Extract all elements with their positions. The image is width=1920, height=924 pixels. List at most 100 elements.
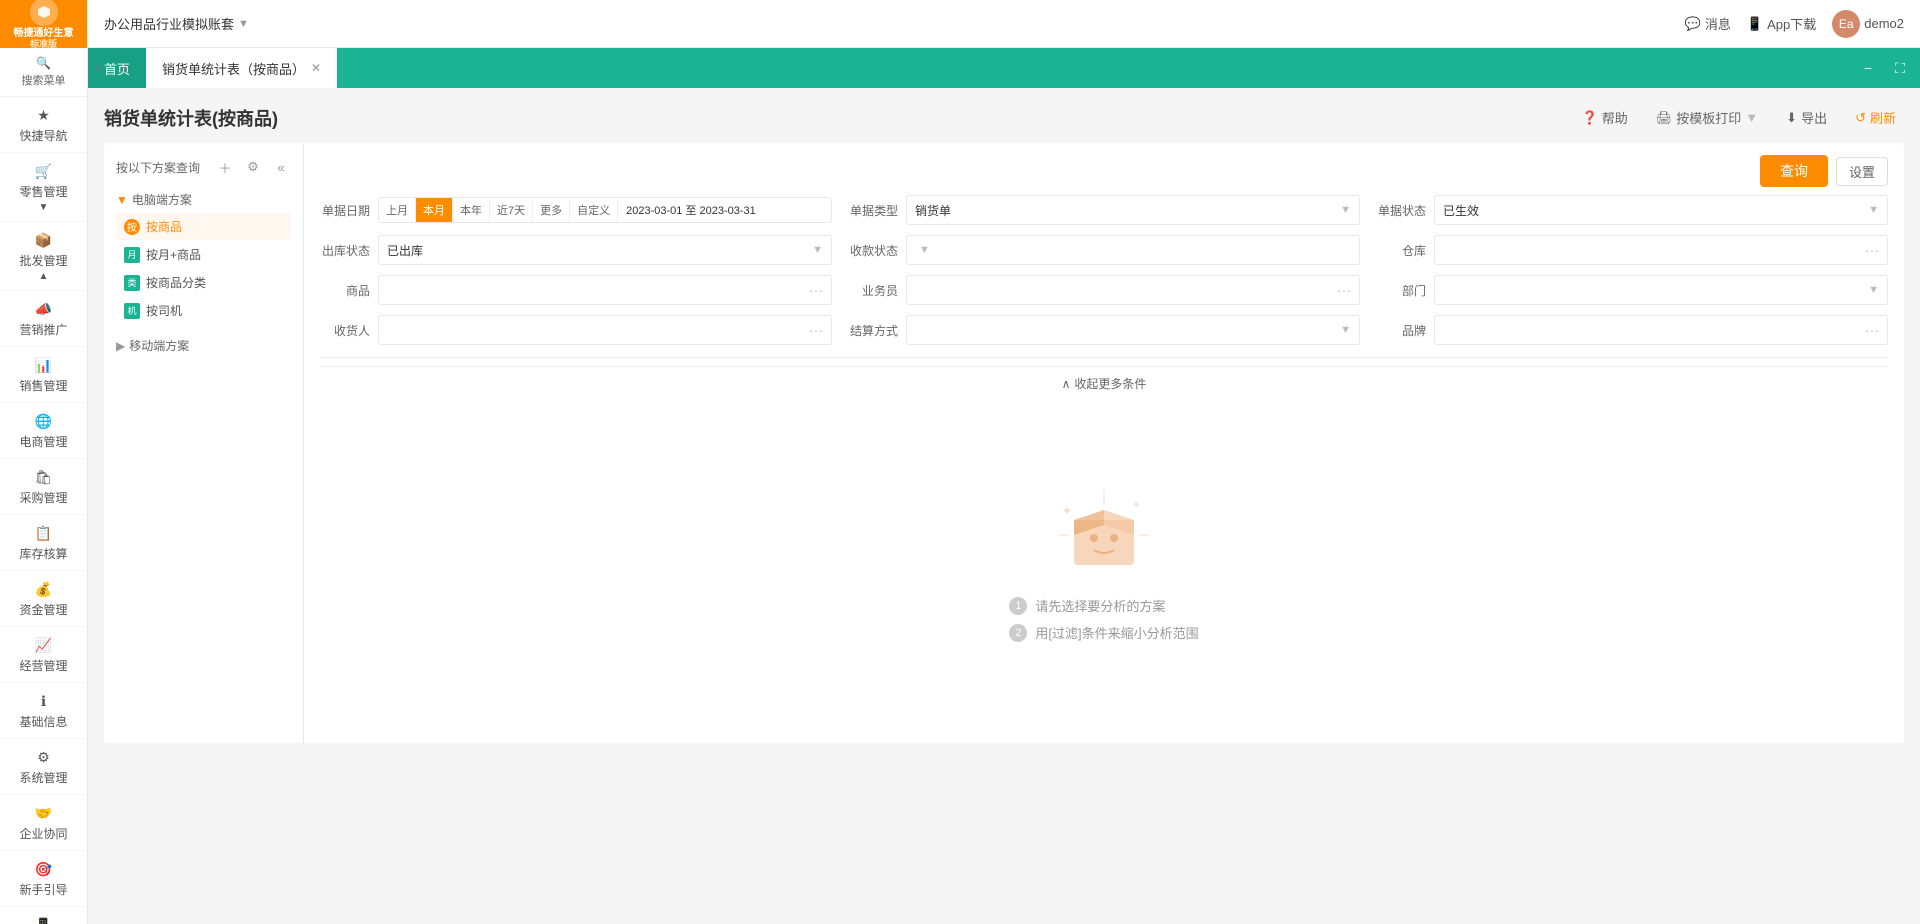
- settlement-control[interactable]: ▼: [906, 315, 1360, 345]
- export-icon: ⬇: [1786, 110, 1797, 126]
- page-title: 销货单统计表(按商品): [104, 105, 278, 131]
- tab-close-icon[interactable]: ✕: [311, 62, 321, 74]
- guide-icon: 🎯: [34, 859, 54, 879]
- ecommerce-icon: 🌐: [34, 411, 54, 431]
- retail-icon: 🛒: [34, 161, 54, 181]
- sidebar-item-purchase[interactable]: 🛍 采购管理: [0, 459, 87, 515]
- appcenter-icon: 📱: [34, 915, 54, 924]
- date-btn-last-month[interactable]: 上月: [379, 198, 416, 222]
- main-area: 办公用品行业模拟账套 ▼ 💬 消息 📱 App下载 Ea demo2 首页 销货…: [88, 0, 1920, 924]
- receiver-control[interactable]: ···: [378, 315, 832, 345]
- user-profile[interactable]: Ea demo2: [1832, 10, 1904, 38]
- purchase-icon: 🛍: [34, 467, 54, 487]
- sidebar-item-retail[interactable]: 🛒 零售管理 ▼: [0, 153, 87, 222]
- receiver-label: 收货人: [320, 322, 370, 339]
- sidebar-item-appcenter[interactable]: 📱 应用中心: [0, 907, 87, 924]
- tab-maximize-btn[interactable]: ⛶: [1888, 56, 1912, 80]
- sidebar-item-marketing[interactable]: 📣 营销推广: [0, 291, 87, 347]
- search-icon: 🔍: [36, 56, 51, 70]
- search-menu[interactable]: 🔍 搜索菜单: [0, 48, 87, 97]
- salesperson-label: 业务员: [848, 282, 898, 299]
- date-btn-this-month[interactable]: 本月: [416, 198, 453, 222]
- filter-row-warehouse: 仓库 ···: [1376, 235, 1888, 265]
- department-control[interactable]: ▼: [1434, 275, 1888, 305]
- scheme-desktop-header[interactable]: ▼ 电脑端方案: [116, 187, 291, 212]
- date-btn-more[interactable]: 更多: [533, 198, 570, 222]
- app-dropdown-icon: ▼: [238, 18, 249, 30]
- collapse-btn[interactable]: ∧ 收起更多条件: [320, 366, 1888, 400]
- scheme-item-icon-product: 按: [124, 219, 140, 235]
- app-name: 办公用品行业模拟账套 ▼: [104, 14, 249, 33]
- scheme-item-by-product[interactable]: 按 按商品: [116, 213, 291, 240]
- sidebar-item-guide[interactable]: 🎯 新手引导: [0, 851, 87, 907]
- sidebar-item-finance[interactable]: 💰 资金管理: [0, 571, 87, 627]
- help-btn[interactable]: ❓ 帮助: [1574, 104, 1636, 131]
- date-btn-this-year[interactable]: 本年: [453, 198, 490, 222]
- download-icon: 📱: [1747, 16, 1763, 32]
- tip-num-2: 2: [1009, 624, 1027, 642]
- sidebar-item-inventory[interactable]: 📋 库存核算: [0, 515, 87, 571]
- filter-row-settlement: 结算方式 ▼: [848, 315, 1360, 345]
- settings-btn[interactable]: 设置: [1836, 157, 1888, 186]
- brand-control[interactable]: ···: [1434, 315, 1888, 345]
- sidebar-item-basic[interactable]: ℹ 基础信息: [0, 683, 87, 739]
- sidebar-item-wholesale[interactable]: 📦 批发管理 ▲: [0, 222, 87, 291]
- sidebar-item-enterprise[interactable]: 🤝 企业协同: [0, 795, 87, 851]
- sidebar-item-ecommerce[interactable]: 🌐 电商管理: [0, 403, 87, 459]
- doc-status-control[interactable]: 已生效 ▼: [1434, 195, 1888, 225]
- settlement-label: 结算方式: [848, 322, 898, 339]
- salesperson-control[interactable]: ···: [906, 275, 1360, 305]
- doc-type-control[interactable]: 销货单 ▼: [906, 195, 1360, 225]
- payment-status-control[interactable]: ▼: [906, 235, 1360, 265]
- refresh-btn[interactable]: ↺ 刷新: [1847, 104, 1904, 131]
- message-btn[interactable]: 💬 消息: [1685, 14, 1731, 33]
- filter-row-salesperson: 业务员 ···: [848, 275, 1360, 305]
- page-header: 销货单统计表(按商品) ❓ 帮助 🖨 按模板打印 ▼ ⬇ 导出 ↺ 刷新: [104, 104, 1904, 131]
- warehouse-control[interactable]: ···: [1434, 235, 1888, 265]
- date-btn-custom[interactable]: 自定义: [570, 198, 618, 222]
- doc-status-arrow-icon: ▼: [1868, 204, 1879, 216]
- scheme-add-btn[interactable]: ＋: [215, 157, 235, 177]
- scheme-collapse-btn[interactable]: «: [271, 157, 291, 177]
- empty-tips: 1 请先选择要分析的方案 2 用[过滤]条件来缩小分析范围: [1009, 596, 1198, 642]
- inventory-icon: 📋: [34, 523, 54, 543]
- receiver-dots-icon[interactable]: ···: [809, 322, 823, 338]
- product-control[interactable]: ···: [378, 275, 832, 305]
- tab-sales-stat[interactable]: 销货单统计表（按商品） ✕: [146, 48, 337, 88]
- date-filter-control[interactable]: 上月 本月 本年 近7天 更多 自定义 2023-03-01 至 2023-03…: [378, 197, 832, 223]
- svg-text:✦: ✦: [1062, 504, 1072, 518]
- filter-row-product: 商品 ···: [320, 275, 832, 305]
- scheme-item-by-category[interactable]: 类 按商品分类: [116, 269, 291, 296]
- scheme-settings-btn[interactable]: ⚙: [243, 157, 263, 177]
- warehouse-dots-icon[interactable]: ···: [1865, 242, 1879, 258]
- finance-icon: 💰: [34, 579, 54, 599]
- date-btn-7days[interactable]: 近7天: [490, 198, 533, 222]
- refresh-icon: ↺: [1855, 110, 1866, 126]
- export-btn[interactable]: ⬇ 导出: [1778, 104, 1835, 131]
- help-icon: ❓: [1582, 110, 1598, 126]
- scheme-mobile-header[interactable]: ▶ 移动端方案: [116, 333, 291, 358]
- scheme-item-by-machine[interactable]: 机 按司机: [116, 297, 291, 324]
- brand-dots-icon[interactable]: ···: [1865, 322, 1879, 338]
- tab-minimize-btn[interactable]: −: [1856, 56, 1880, 80]
- settlement-arrow-icon: ▼: [1340, 324, 1351, 336]
- scheme-item-by-month-product[interactable]: 月 按月+商品: [116, 241, 291, 268]
- stock-status-control[interactable]: 已出库 ▼: [378, 235, 832, 265]
- sidebar-item-system[interactable]: ⚙ 系统管理: [0, 739, 87, 795]
- sidebar-item-sales[interactable]: 📊 销售管理: [0, 347, 87, 403]
- top-header: 办公用品行业模拟账套 ▼ 💬 消息 📱 App下载 Ea demo2: [88, 0, 1920, 48]
- system-icon: ⚙: [34, 747, 54, 767]
- salesperson-dots-icon[interactable]: ···: [1337, 282, 1351, 298]
- marketing-icon: 📣: [34, 299, 54, 319]
- app-download-btn[interactable]: 📱 App下载: [1747, 14, 1816, 33]
- query-btn[interactable]: 查询: [1760, 155, 1828, 187]
- filter-row-department: 部门 ▼: [1376, 275, 1888, 305]
- sidebar-item-quicknav[interactable]: ★ 快捷导航: [0, 97, 87, 153]
- product-dots-icon[interactable]: ···: [809, 282, 823, 298]
- action-row: 查询 设置: [320, 155, 1888, 195]
- scheme-section-mobile: ▶ 移动端方案: [104, 329, 303, 362]
- print-btn[interactable]: 🖨 按模板打印 ▼: [1648, 104, 1766, 131]
- empty-tip-2: 2 用[过滤]条件来缩小分析范围: [1009, 623, 1198, 642]
- tab-home[interactable]: 首页: [88, 48, 146, 88]
- sidebar-item-operations[interactable]: 📈 经营管理: [0, 627, 87, 683]
